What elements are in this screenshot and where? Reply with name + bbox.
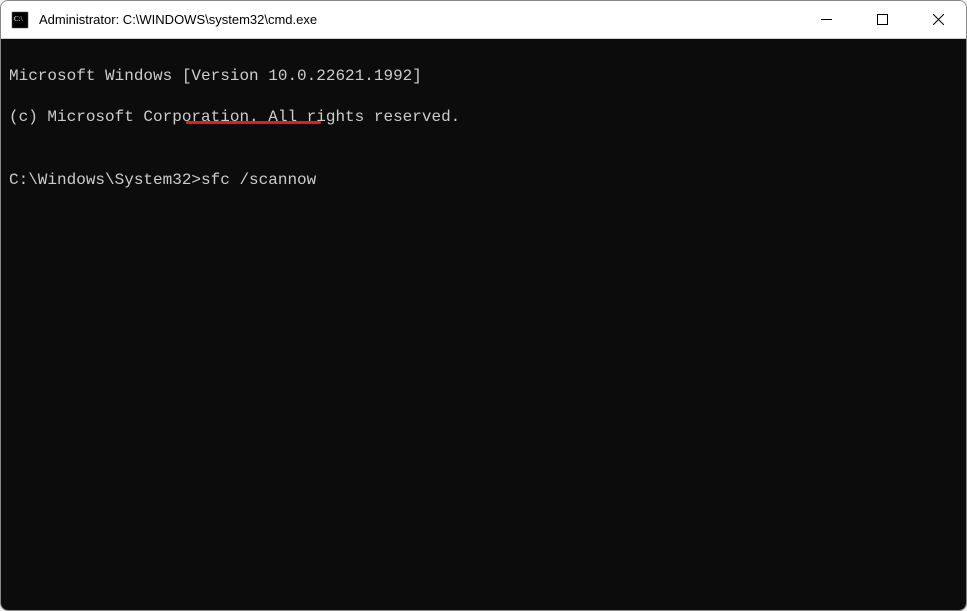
red-underline-annotation: [186, 121, 321, 124]
command-input: sfc /scannow: [201, 171, 316, 189]
svg-text:C:\: C:\: [14, 15, 23, 23]
copyright-line: (c) Microsoft Corporation. All rights re…: [9, 107, 958, 128]
cmd-icon: C:\: [11, 11, 29, 29]
titlebar: C:\ Administrator: C:\WINDOWS\system32\c…: [1, 1, 966, 39]
minimize-button[interactable]: [798, 1, 854, 38]
window-controls: [798, 1, 966, 38]
terminal-area[interactable]: Microsoft Windows [Version 10.0.22621.19…: [1, 39, 966, 610]
close-button[interactable]: [910, 1, 966, 38]
prompt-line: C:\Windows\System32>sfc /scannow: [9, 170, 316, 191]
window-title: Administrator: C:\WINDOWS\system32\cmd.e…: [39, 12, 798, 27]
version-line: Microsoft Windows [Version 10.0.22621.19…: [9, 66, 958, 87]
maximize-button[interactable]: [854, 1, 910, 38]
prompt: C:\Windows\System32>: [9, 171, 201, 189]
cmd-window: C:\ Administrator: C:\WINDOWS\system32\c…: [0, 0, 967, 611]
